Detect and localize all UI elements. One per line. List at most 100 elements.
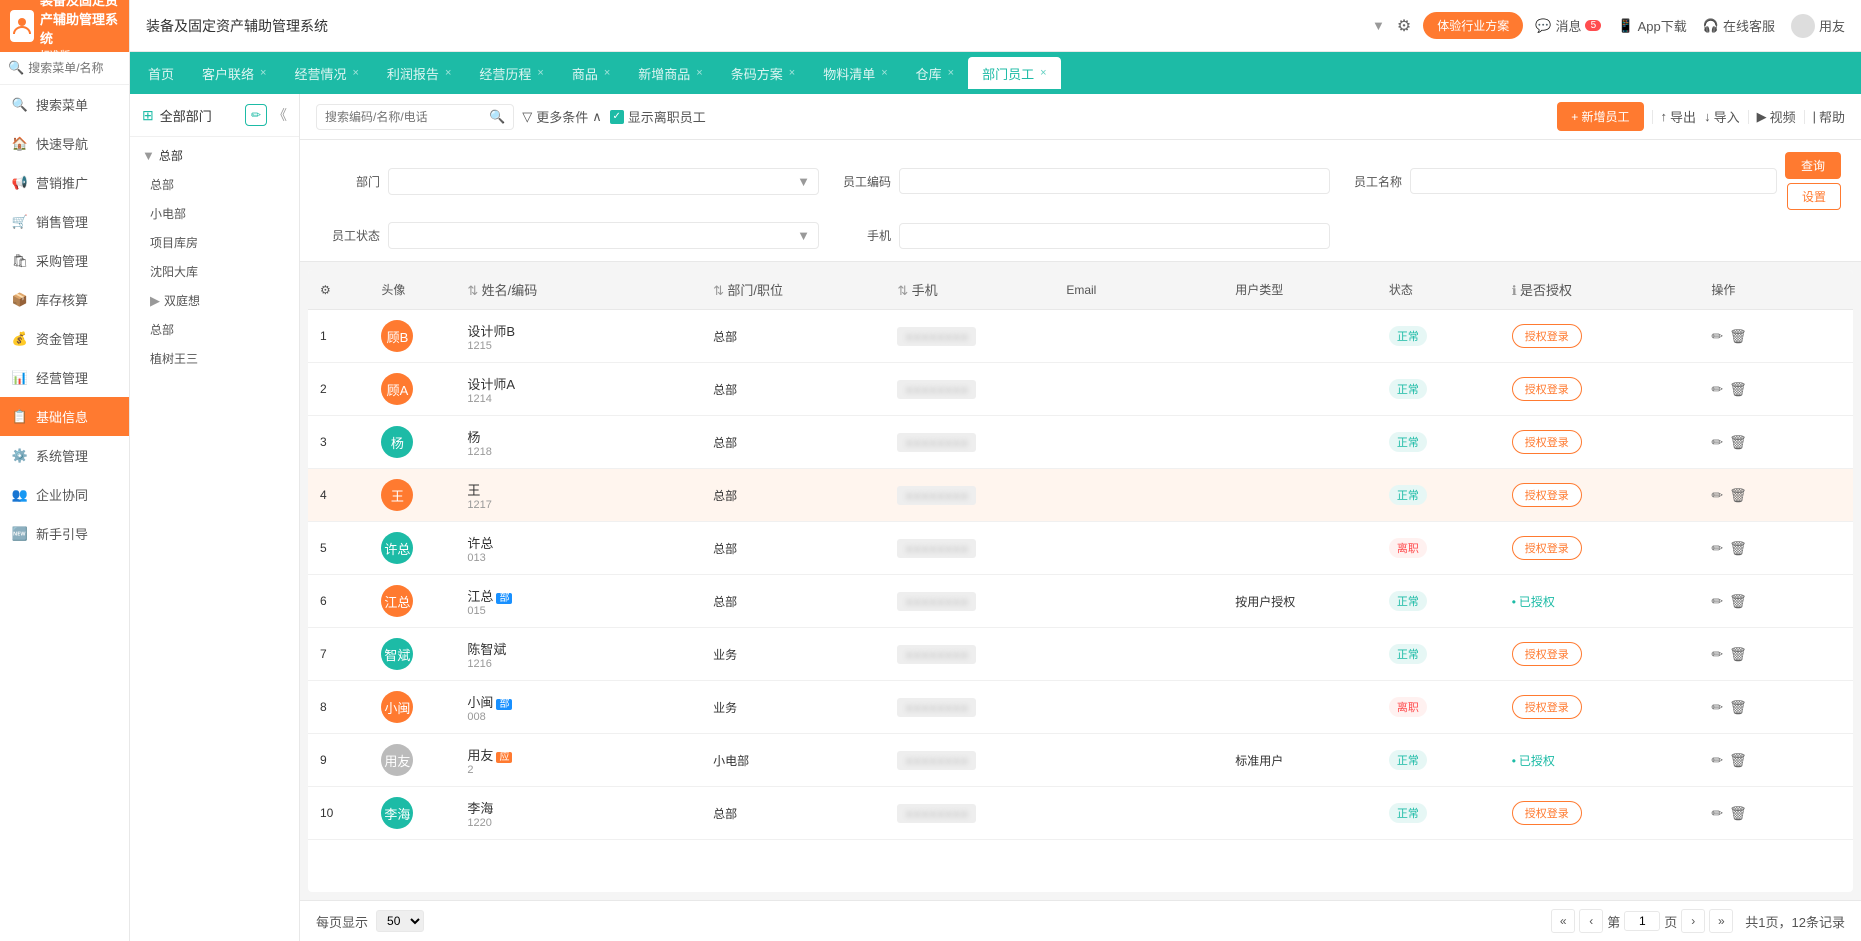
sidebar-item-collab[interactable]: 👥 企业协同 [0,475,129,514]
auth-login-btn[interactable]: 授权登录 [1512,483,1582,507]
auth-login-btn[interactable]: 授权登录 [1512,695,1582,719]
edit-btn[interactable]: ✏ [1711,381,1723,398]
tab-close-icon[interactable]: × [537,67,543,79]
message-btn[interactable]: 💬 消息 5 [1535,16,1601,35]
query-btn[interactable]: 查询 [1785,152,1841,179]
tab-operation-history[interactable]: 经营历程 × [465,57,557,89]
auth-login-btn[interactable]: 授权登录 [1512,430,1582,454]
tab-bom[interactable]: 物料清单 × [809,57,901,89]
app-download-btn[interactable]: 📱 App下载 [1617,16,1686,35]
export-btn[interactable]: ↑ 导出 [1661,107,1697,126]
search-input[interactable] [325,110,485,124]
row-auth[interactable]: 授权登录 [1500,363,1700,416]
delete-btn[interactable]: 🗑 [1729,487,1747,504]
row-auth[interactable]: 授权登录 [1500,787,1700,840]
emp-code-input[interactable] [899,168,1330,194]
dept-node-zhishu[interactable]: 植树王三 [130,344,299,373]
col-header-phone[interactable]: ⇅ 手机 [885,270,1054,310]
more-filter-btn[interactable]: ▽ 更多条件 ∧ [522,107,602,126]
delete-btn[interactable]: 🗑 [1729,805,1747,822]
tab-goods[interactable]: 商品 × [558,57,624,89]
add-employee-btn[interactable]: + 新增员工 [1557,102,1643,131]
delete-btn[interactable]: 🗑 [1729,328,1747,345]
row-auth[interactable]: 已授权 [1500,734,1700,787]
sidebar-item-purchase[interactable]: 🛍 采购管理 [0,241,129,280]
tab-home[interactable]: 首页 [134,57,188,89]
next-page-btn[interactable]: › [1681,909,1705,933]
dept-node-shenyang[interactable]: 项目库房 [130,228,299,257]
emp-status-select[interactable]: ▼ [388,222,819,249]
filter-settings-btn[interactable]: 设置 [1787,183,1841,210]
dept-node-shuangt[interactable]: ▶双庭想 [130,286,299,315]
dept-node-project[interactable]: 小电部 [130,199,299,228]
help-btn[interactable]: | 帮助 [1813,107,1845,126]
online-support-btn[interactable]: 🎧 在线客服 [1703,16,1775,35]
sidebar-item-sales[interactable]: 🛒 销售管理 [0,202,129,241]
emp-name-input[interactable] [1410,168,1777,194]
tab-operation-status[interactable]: 经营情况 × [280,57,372,89]
col-header-name[interactable]: ⇅ 姓名/编码 [455,270,701,310]
dept-edit-btn[interactable]: ✏ [245,104,267,126]
tab-close-icon[interactable]: × [445,67,451,79]
auth-login-btn[interactable]: 授权登录 [1512,324,1582,348]
tab-employees[interactable]: 部门员工 × [968,57,1060,89]
sidebar-search-input[interactable] [28,61,121,75]
tab-customer[interactable]: 客户联络 × [188,57,280,89]
sidebar-item-marketing[interactable]: 📢 营销推广 [0,163,129,202]
edit-btn[interactable]: ✏ [1711,646,1723,663]
sidebar-item-basic[interactable]: 📋 基础信息 [0,397,129,436]
edit-btn[interactable]: ✏ [1711,328,1723,345]
settings-icon[interactable]: ⚙ [1397,16,1411,36]
tab-close-icon[interactable]: × [1040,67,1046,79]
edit-btn[interactable]: ✏ [1711,487,1723,504]
dept-node-distribution[interactable]: 沈阳大库 [130,257,299,286]
col-header-settings[interactable]: ⚙ [308,270,369,310]
delete-btn[interactable]: 🗑 [1729,540,1747,557]
prev-page-btn[interactable]: ‹ [1579,909,1603,933]
sidebar-item-system[interactable]: ⚙️ 系统管理 [0,436,129,475]
row-auth[interactable]: 授权登录 [1500,681,1700,734]
edit-btn[interactable]: ✏ [1711,540,1723,557]
page-input[interactable] [1624,911,1660,931]
first-page-btn[interactable]: « [1551,909,1575,933]
dept-node-xiaodian[interactable]: 总部 [130,170,299,199]
tab-close-icon[interactable]: × [696,67,702,79]
auth-login-btn[interactable]: 授权登录 [1512,801,1582,825]
tab-close-icon[interactable]: × [881,67,887,79]
tab-barcode[interactable]: 条码方案 × [717,57,809,89]
tab-close-icon[interactable]: × [948,67,954,79]
tab-profit-report[interactable]: 利润报告 × [373,57,465,89]
edit-btn[interactable]: ✏ [1711,805,1723,822]
edit-btn[interactable]: ✏ [1711,434,1723,451]
sidebar-item-finance[interactable]: 💰 资金管理 [0,319,129,358]
row-auth[interactable]: 已授权 [1500,575,1700,628]
tab-close-icon[interactable]: × [789,67,795,79]
dropdown-arrow[interactable]: ▼ [1372,18,1385,33]
row-auth[interactable]: 授权登录 [1500,416,1700,469]
delete-btn[interactable]: 🗑 [1729,752,1747,769]
sidebar-item-guide[interactable]: 🆕 新手引导 [0,514,129,553]
delete-btn[interactable]: 🗑 [1729,381,1747,398]
row-auth[interactable]: 授权登录 [1500,628,1700,681]
user-profile-btn[interactable]: 用友 [1791,14,1845,38]
delete-btn[interactable]: 🗑 [1729,646,1747,663]
tab-close-icon[interactable]: × [352,67,358,79]
auth-login-btn[interactable]: 授权登录 [1512,642,1582,666]
edit-btn[interactable]: ✏ [1711,699,1723,716]
tab-new-goods[interactable]: 新增商品 × [624,57,716,89]
row-auth[interactable]: 授权登录 [1500,310,1700,363]
view-btn[interactable]: ▶ 视频 [1757,107,1796,126]
search-input-wrap[interactable]: 🔍 [316,104,514,130]
edit-btn[interactable]: ✏ [1711,593,1723,610]
import-btn[interactable]: ↓ 导入 [1704,107,1740,126]
last-page-btn[interactable]: » [1709,909,1733,933]
dept-filter-select[interactable]: ▼ [388,168,819,195]
collapse-btn[interactable]: 《 [273,105,287,125]
edit-btn[interactable]: ✏ [1711,752,1723,769]
auth-login-btn[interactable]: 授权登录 [1512,377,1582,401]
trial-btn[interactable]: 体验行业方案 [1423,12,1523,39]
auth-login-btn[interactable]: 授权登录 [1512,536,1582,560]
tab-warehouse[interactable]: 仓库 × [902,57,968,89]
sidebar-item-search[interactable]: 🔍 搜索菜单 [0,85,129,124]
row-auth[interactable]: 授权登录 [1500,522,1700,575]
